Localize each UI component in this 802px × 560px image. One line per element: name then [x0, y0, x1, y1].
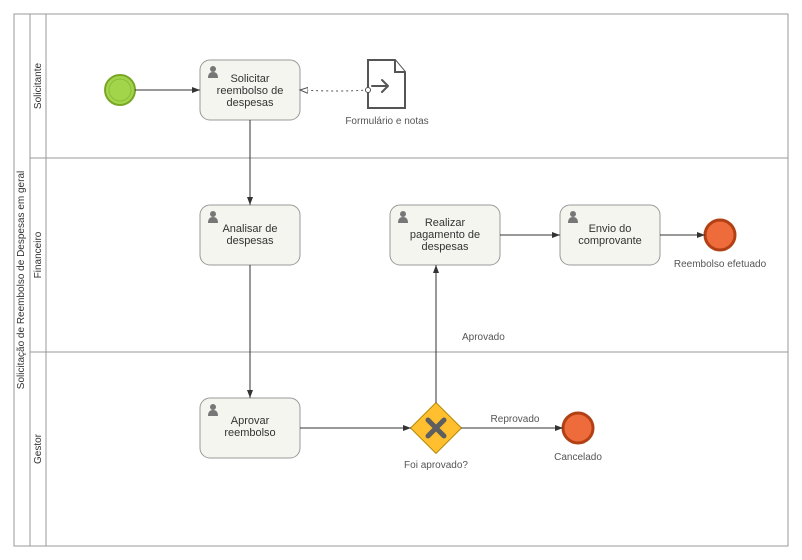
task-aprovar: Aprovar reembolso: [200, 398, 300, 458]
data-object-label: Formulário e notas: [345, 116, 428, 127]
svg-text:Analisar de: Analisar de: [222, 223, 277, 235]
svg-text:Aprovar: Aprovar: [231, 415, 270, 427]
svg-text:Realizar: Realizar: [425, 217, 466, 229]
bpmn-diagram: Solicitação de Reembolso de Despesas em …: [0, 0, 802, 560]
task-solicitar: Solicitar reembolso de despesas: [200, 60, 300, 120]
assoc-doc-to-task: [300, 90, 368, 91]
lane-label-financeiro: Financeiro: [33, 231, 44, 278]
end-cancelado-label: Cancelado: [554, 452, 602, 463]
edge-reprovado-label: Reprovado: [491, 414, 540, 425]
start-event: [105, 75, 135, 105]
gateway-foi-aprovado: Foi aprovado?: [404, 403, 468, 471]
task-envio: Envio do comprovante: [560, 205, 660, 265]
end-cancelado: Cancelado: [554, 413, 602, 463]
svg-text:Envio do: Envio do: [589, 223, 632, 235]
task-realizar: Realizar pagamento de despesas: [390, 205, 500, 265]
task-analisar: Analisar de despesas: [200, 205, 300, 265]
task-solicitar-l3: despesas: [226, 97, 274, 109]
end-efetuado: Reembolso efetuado: [674, 220, 767, 270]
lane-label-solicitante: Solicitante: [33, 62, 44, 109]
edge-aprovado-label: Aprovado: [462, 332, 505, 343]
task-solicitar-l2: reembolso de: [217, 85, 284, 97]
pool-title: Solicitação de Reembolso de Despesas em …: [16, 171, 27, 389]
data-object-formulario: Formulário e notas: [345, 60, 428, 127]
svg-text:despesas: despesas: [421, 241, 469, 253]
svg-text:reembolso: reembolso: [224, 427, 275, 439]
end-efetuado-label: Reembolso efetuado: [674, 259, 767, 270]
svg-text:despesas: despesas: [226, 235, 274, 247]
lane-label-gestor: Gestor: [33, 433, 44, 464]
gateway-label: Foi aprovado?: [404, 460, 468, 471]
svg-text:pagamento de: pagamento de: [410, 229, 480, 241]
svg-text:comprovante: comprovante: [578, 235, 642, 247]
task-solicitar-l1: Solicitar: [230, 73, 269, 85]
